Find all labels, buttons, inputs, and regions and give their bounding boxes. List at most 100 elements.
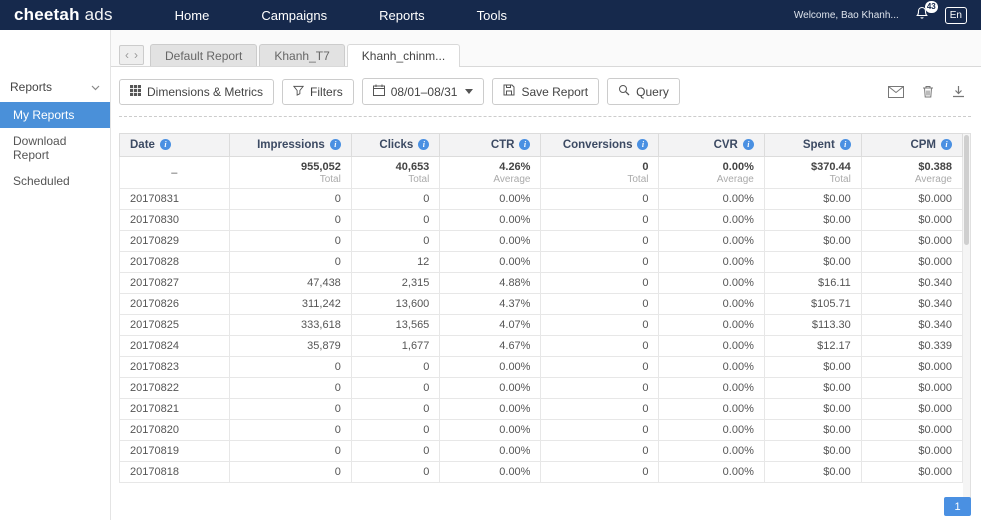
cell-impressions: 0 <box>228 377 352 399</box>
date-range-button[interactable]: 08/01–08/31 <box>361 78 485 105</box>
cell-impressions: 0 <box>228 440 352 462</box>
table-row: 20170823 0 0 0.00% 0 0.00% $0.00 $0.000 <box>119 356 964 378</box>
sidebar-item-scheduled[interactable]: Scheduled <box>0 168 110 194</box>
cell-spent: $105.71 <box>763 293 862 315</box>
col-header-cvr[interactable]: CVR i <box>658 133 765 157</box>
col-header-date[interactable]: Date i <box>119 133 230 157</box>
cell-conversions: 0 <box>540 188 660 210</box>
sidebar-section-reports[interactable]: Reports <box>0 72 110 102</box>
nav-item-campaigns[interactable]: Campaigns <box>261 8 327 23</box>
cell-ctr: 0.00% <box>439 251 542 273</box>
col-header-cpm[interactable]: CPM i <box>860 133 964 157</box>
nav-item-home[interactable]: Home <box>175 8 210 23</box>
info-icon[interactable]: i <box>418 139 430 150</box>
pagination: 1 <box>944 497 971 516</box>
cell-ctr: 4.67% <box>439 335 542 357</box>
cell-ctr: 0.00% <box>439 209 542 231</box>
total-cell-conversions: 0 Total <box>540 156 660 189</box>
cell-date: 20170823 <box>119 356 230 378</box>
scrollbar-thumb[interactable] <box>964 135 969 245</box>
col-header-impressions[interactable]: Impressions i <box>228 133 352 157</box>
tab-default-report[interactable]: Default Report <box>150 44 258 66</box>
info-icon[interactable]: i <box>637 139 649 150</box>
query-button[interactable]: Query <box>607 78 680 105</box>
brand-logo[interactable]: cheetah ads <box>14 5 113 25</box>
col-header-ctr[interactable]: CTR i <box>439 133 542 157</box>
table-row: 20170831 0 0 0.00% 0 0.00% $0.00 $0.000 <box>119 188 964 210</box>
toolbar-right-icons <box>888 85 969 98</box>
notifications-button[interactable]: 43 <box>915 0 938 25</box>
welcome-user[interactable]: Welcome, Bao Khanh... <box>794 10 899 21</box>
cell-cpm: $0.000 <box>860 251 964 273</box>
cell-ctr: 0.00% <box>439 377 542 399</box>
cell-ctr: 4.07% <box>439 314 542 336</box>
cell-ctr: 4.88% <box>439 272 542 294</box>
search-icon <box>618 84 630 99</box>
table-scrollbar[interactable] <box>963 133 971 513</box>
table-header-row: Date i Impressions i Clicks i CTR i Conversions i… <box>119 133 964 157</box>
cell-cvr: 0.00% <box>658 230 765 252</box>
download-icon[interactable] <box>952 85 965 98</box>
filters-button[interactable]: Filters <box>282 78 354 105</box>
cell-date: 20170819 <box>119 440 230 462</box>
dimensions-metrics-button[interactable]: Dimensions & Metrics <box>119 78 275 105</box>
cell-spent: $0.00 <box>763 209 862 231</box>
info-icon[interactable]: i <box>159 139 171 150</box>
cell-spent: $0.00 <box>763 251 862 273</box>
filters-label: Filters <box>310 84 343 99</box>
cell-ctr: 0.00% <box>439 461 542 483</box>
tab-khanh-chinm[interactable]: Khanh_chinm... <box>346 44 461 67</box>
cell-date: 20170831 <box>119 188 230 210</box>
table-row: 20170830 0 0 0.00% 0 0.00% $0.00 $0.000 <box>119 209 964 231</box>
cell-spent: $113.30 <box>763 314 862 336</box>
total-sublabel: Total <box>627 174 649 185</box>
cell-date: 20170826 <box>119 293 230 315</box>
tab-next-icon[interactable]: › <box>134 46 138 64</box>
tab-prev-icon[interactable]: ‹ <box>125 46 129 64</box>
cell-spent: $0.00 <box>763 398 862 420</box>
trash-icon[interactable] <box>922 85 934 98</box>
total-sublabel: Average <box>914 174 952 185</box>
info-icon[interactable]: i <box>742 139 754 150</box>
save-report-button[interactable]: Save Report <box>492 78 600 105</box>
date-range-label: 08/01–08/31 <box>390 84 458 99</box>
sidebar-item-my-reports[interactable]: My Reports <box>0 102 110 128</box>
cell-cpm: $0.340 <box>860 272 964 294</box>
cell-conversions: 0 <box>540 293 660 315</box>
sidebar-items: My Reports Download Report Scheduled <box>0 102 110 194</box>
cell-date: 20170820 <box>119 419 230 441</box>
col-header-spent[interactable]: Spent i <box>763 133 862 157</box>
total-value: 4.26% <box>499 161 531 173</box>
info-icon[interactable]: i <box>519 139 531 150</box>
info-icon[interactable]: i <box>941 139 952 150</box>
language-button[interactable]: En <box>944 6 967 24</box>
page-1-button[interactable]: 1 <box>944 497 971 516</box>
cell-cpm: $0.000 <box>860 188 964 210</box>
sidebar: Reports My Reports Download Report Schedul… <box>0 30 111 520</box>
cell-cpm: $0.340 <box>860 293 964 315</box>
cell-clicks: 0 <box>350 188 441 210</box>
mail-icon[interactable] <box>888 85 904 98</box>
nav-item-reports[interactable]: Reports <box>379 8 425 23</box>
col-header-conversions[interactable]: Conversions i <box>540 133 660 157</box>
col-header-label: CTR <box>490 139 515 151</box>
total-sublabel: Average <box>493 174 531 185</box>
tab-khanh-t7[interactable]: Khanh_T7 <box>259 44 345 66</box>
col-header-label: Conversions <box>562 139 633 151</box>
cell-clicks: 0 <box>350 230 441 252</box>
col-header-clicks[interactable]: Clicks i <box>350 133 441 157</box>
cell-clicks: 0 <box>350 398 441 420</box>
sidebar-item-download-report[interactable]: Download Report <box>0 128 110 168</box>
cell-cpm: $0.340 <box>860 314 964 336</box>
cell-ctr: 0.00% <box>439 188 542 210</box>
info-icon[interactable]: i <box>839 139 851 150</box>
info-icon[interactable]: i <box>329 139 341 150</box>
total-cell-impressions: 955,052 Total <box>228 156 352 189</box>
total-cell-spent: $370.44 Total <box>763 156 862 189</box>
tab-scroll-arrows[interactable]: ‹ › <box>119 45 144 65</box>
cell-cvr: 0.00% <box>658 440 765 462</box>
save-icon <box>503 84 515 99</box>
cell-date: 20170821 <box>119 398 230 420</box>
nav-item-tools[interactable]: Tools <box>477 8 507 23</box>
cell-clicks: 0 <box>350 377 441 399</box>
